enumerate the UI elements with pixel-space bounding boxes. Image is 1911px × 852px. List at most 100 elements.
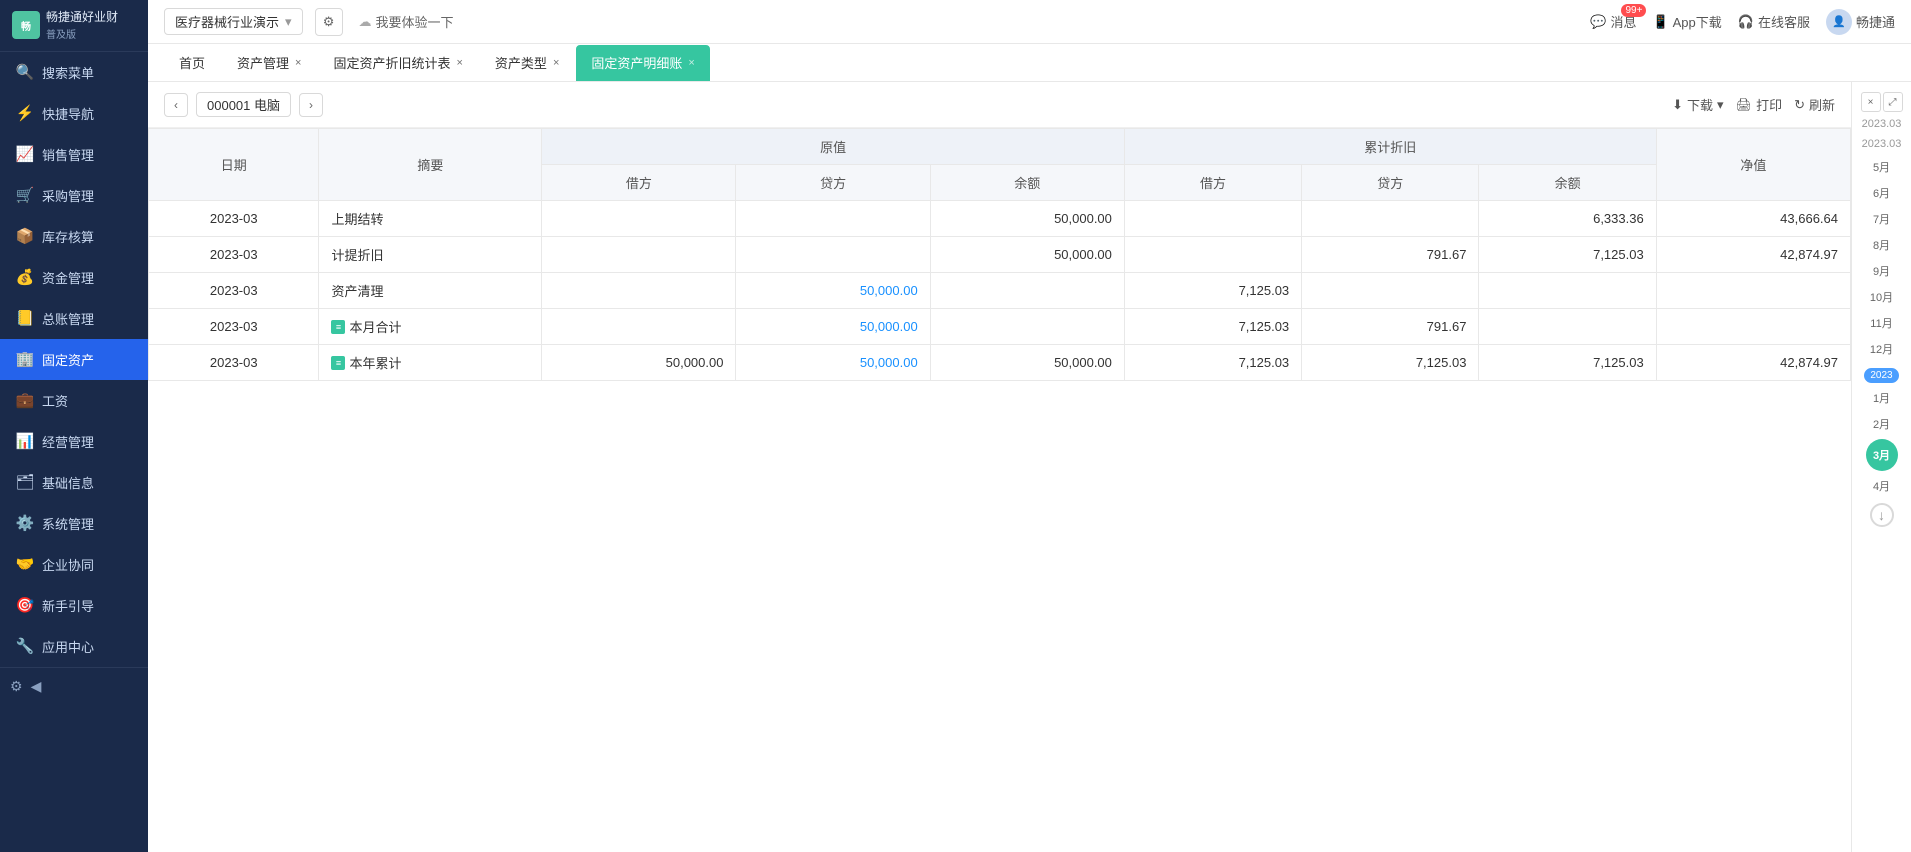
tab-close-icon[interactable]: × — [295, 57, 301, 69]
timeline-month-10[interactable]: 10月 — [1852, 284, 1911, 310]
timeline-month-2[interactable]: 2月 — [1852, 411, 1911, 437]
main-panel: ‹ 000001 电脑 › ⬇ 下载 ▾ � — [148, 82, 1851, 852]
tab-close-icon[interactable]: × — [688, 57, 694, 69]
wages-icon: 💼 — [16, 391, 34, 409]
col-dep-debit: 借方 — [1124, 165, 1301, 201]
tab-fixed-detail[interactable]: 固定资产明细账 × — [576, 45, 709, 81]
app-download-button[interactable]: 📱 App下载 — [1652, 12, 1721, 31]
timeline-month-3-active[interactable]: 3月 — [1866, 439, 1898, 471]
sidebar-item-apps[interactable]: 🔧 应用中心 — [0, 626, 148, 667]
tab-close-icon[interactable]: × — [553, 57, 559, 69]
timeline-down-button[interactable]: ↓ — [1870, 503, 1894, 527]
timeline-top-year2: 2023.03 — [1860, 134, 1904, 154]
timeline-month-6[interactable]: 6月 — [1852, 180, 1911, 206]
inventory-icon: 📦 — [16, 227, 34, 245]
sidebar-item-search[interactable]: 🔍 搜索菜单 — [0, 52, 148, 93]
tab-fixed-depreciation[interactable]: 固定资产折旧统计表 × — [318, 45, 477, 81]
sidebar-item-fixed-assets[interactable]: 🏢 固定资产 — [0, 339, 148, 380]
company-selector[interactable]: 医疗器械行业演示 ▾ — [164, 8, 303, 35]
sidebar-item-basic[interactable]: 🗂 基础信息 — [0, 462, 148, 503]
app-name: 畅捷通好业财 — [46, 10, 118, 26]
app-edition: 普及版 — [46, 26, 118, 41]
data-table: 日期 摘要 原值 累计折旧 净值 借方 贷方 余额 借方 贷方 余额 — [148, 128, 1851, 381]
download-icon: ⬇ — [1672, 97, 1683, 113]
tab-asset-type[interactable]: 资产类型 × — [480, 45, 574, 81]
experience-button[interactable]: ☁ 我要体验一下 — [359, 12, 454, 31]
panel-expand-button[interactable]: ⤢ — [1883, 92, 1903, 112]
sidebar-item-label: 库存核算 — [42, 227, 94, 246]
timeline-month-7[interactable]: 7月 — [1852, 206, 1911, 232]
timeline-month-8[interactable]: 8月 — [1852, 232, 1911, 258]
print-button[interactable]: 🖨 打印 — [1736, 95, 1783, 114]
app-logo: 畅 畅捷通好业财 普及版 — [0, 0, 148, 52]
summary-icon: ≡ — [331, 320, 345, 334]
sidebar-item-guide[interactable]: 🎯 新手引导 — [0, 585, 148, 626]
next-arrow[interactable]: › — [299, 93, 323, 117]
tab-close-icon[interactable]: × — [456, 57, 462, 69]
panel-close-button[interactable]: × — [1861, 92, 1881, 112]
refresh-button[interactable]: ↻ 刷新 — [1794, 95, 1835, 114]
col-date: 日期 — [149, 129, 319, 201]
timeline-month-4[interactable]: 4月 — [1852, 473, 1911, 499]
cell-dep-credit — [1302, 273, 1479, 309]
tab-home[interactable]: 首页 — [164, 45, 220, 81]
data-table-wrap: 日期 摘要 原值 累计折旧 净值 借方 贷方 余额 借方 贷方 余额 — [148, 128, 1851, 852]
cell-dep-debit: 7,125.03 — [1124, 309, 1301, 345]
cell-orig-debit — [542, 237, 736, 273]
refresh-icon: ↻ — [1794, 97, 1805, 113]
download-button[interactable]: ⬇ 下载 ▾ — [1672, 95, 1723, 114]
prev-arrow[interactable]: ‹ — [164, 93, 188, 117]
cell-dep-credit: 791.67 — [1302, 309, 1479, 345]
topbar-settings-button[interactable]: ⚙ — [315, 8, 343, 36]
cell-dep-balance: 7,125.03 — [1479, 345, 1656, 381]
sidebar-item-label: 系统管理 — [42, 514, 94, 533]
timeline-month-11[interactable]: 11月 — [1852, 310, 1911, 336]
sidebar-item-system[interactable]: ⚙️ 系统管理 — [0, 503, 148, 544]
online-service-button[interactable]: 🎧 在线客服 — [1738, 12, 1810, 31]
cell-orig-credit: 50,000.00 — [736, 345, 930, 381]
user-profile[interactable]: 👤 畅捷通 — [1826, 9, 1895, 35]
sidebar-item-label: 搜索菜单 — [42, 63, 94, 82]
sidebar-item-sales[interactable]: 📈 销售管理 — [0, 134, 148, 175]
timeline-month-1[interactable]: 1月 — [1852, 385, 1911, 411]
cell-orig-balance — [930, 309, 1124, 345]
timeline-month-9[interactable]: 9月 — [1852, 258, 1911, 284]
cell-dep-debit: 7,125.03 — [1124, 273, 1301, 309]
topbar-right: 💬 消息 99+ 📱 App下载 🎧 在线客服 👤 畅捷通 — [1590, 9, 1895, 35]
sidebar-bottom: ⚙ ◀ — [0, 667, 148, 705]
sidebar-item-inventory[interactable]: 📦 库存核算 — [0, 216, 148, 257]
timeline-month-12[interactable]: 12月 — [1852, 336, 1911, 362]
collapse-icon[interactable]: ◀ — [31, 678, 42, 695]
timeline-panel: × ⤢ 2023.03 2023.03 5月 6月 7月 8月 9月 10月 1… — [1851, 82, 1911, 852]
timeline-month-5[interactable]: 5月 — [1852, 154, 1911, 180]
sidebar-item-wages[interactable]: 💼 工资 — [0, 380, 148, 421]
operations-icon: 📊 — [16, 432, 34, 450]
sidebar-item-ledger[interactable]: 📒 总账管理 — [0, 298, 148, 339]
table-row: 2023-03 计提折旧 50,000.00 791.67 7,125.03 4… — [149, 237, 1851, 273]
asset-name: 电脑 — [254, 98, 280, 113]
tab-asset-mgmt[interactable]: 资产管理 × — [222, 45, 316, 81]
sidebar-item-operations[interactable]: 📊 经营管理 — [0, 421, 148, 462]
sidebar-item-purchase[interactable]: 🛒 采购管理 — [0, 175, 148, 216]
sidebar-item-label: 销售管理 — [42, 145, 94, 164]
table-row: 2023-03 资产清理 50,000.00 7,125.03 — [149, 273, 1851, 309]
sidebar-item-funds[interactable]: 💰 资金管理 — [0, 257, 148, 298]
print-label: 打印 — [1756, 95, 1782, 114]
sales-icon: 📈 — [16, 145, 34, 163]
asset-tag: 000001 电脑 — [196, 92, 291, 117]
summary-icon: ≡ — [331, 356, 345, 370]
cell-orig-credit — [736, 201, 930, 237]
settings-bottom-icon[interactable]: ⚙ — [10, 678, 23, 695]
sidebar-item-label: 企业协同 — [42, 555, 94, 574]
message-button[interactable]: 💬 消息 99+ — [1590, 12, 1636, 31]
sidebar-item-quicknav[interactable]: ⚡ 快捷导航 — [0, 93, 148, 134]
cell-orig-balance: 50,000.00 — [930, 237, 1124, 273]
topbar: 医疗器械行业演示 ▾ ⚙ ☁ 我要体验一下 💬 消息 99+ 📱 App下载 🎧… — [148, 0, 1911, 44]
tab-label: 固定资产折旧统计表 — [333, 53, 450, 72]
cell-orig-credit: 50,000.00 — [736, 273, 930, 309]
cell-dep-debit: 7,125.03 — [1124, 345, 1301, 381]
cell-orig-credit: 50,000.00 — [736, 309, 930, 345]
cell-net-value: 42,874.97 — [1656, 237, 1850, 273]
sidebar-item-collab[interactable]: 🤝 企业协同 — [0, 544, 148, 585]
cell-dep-balance — [1479, 309, 1656, 345]
